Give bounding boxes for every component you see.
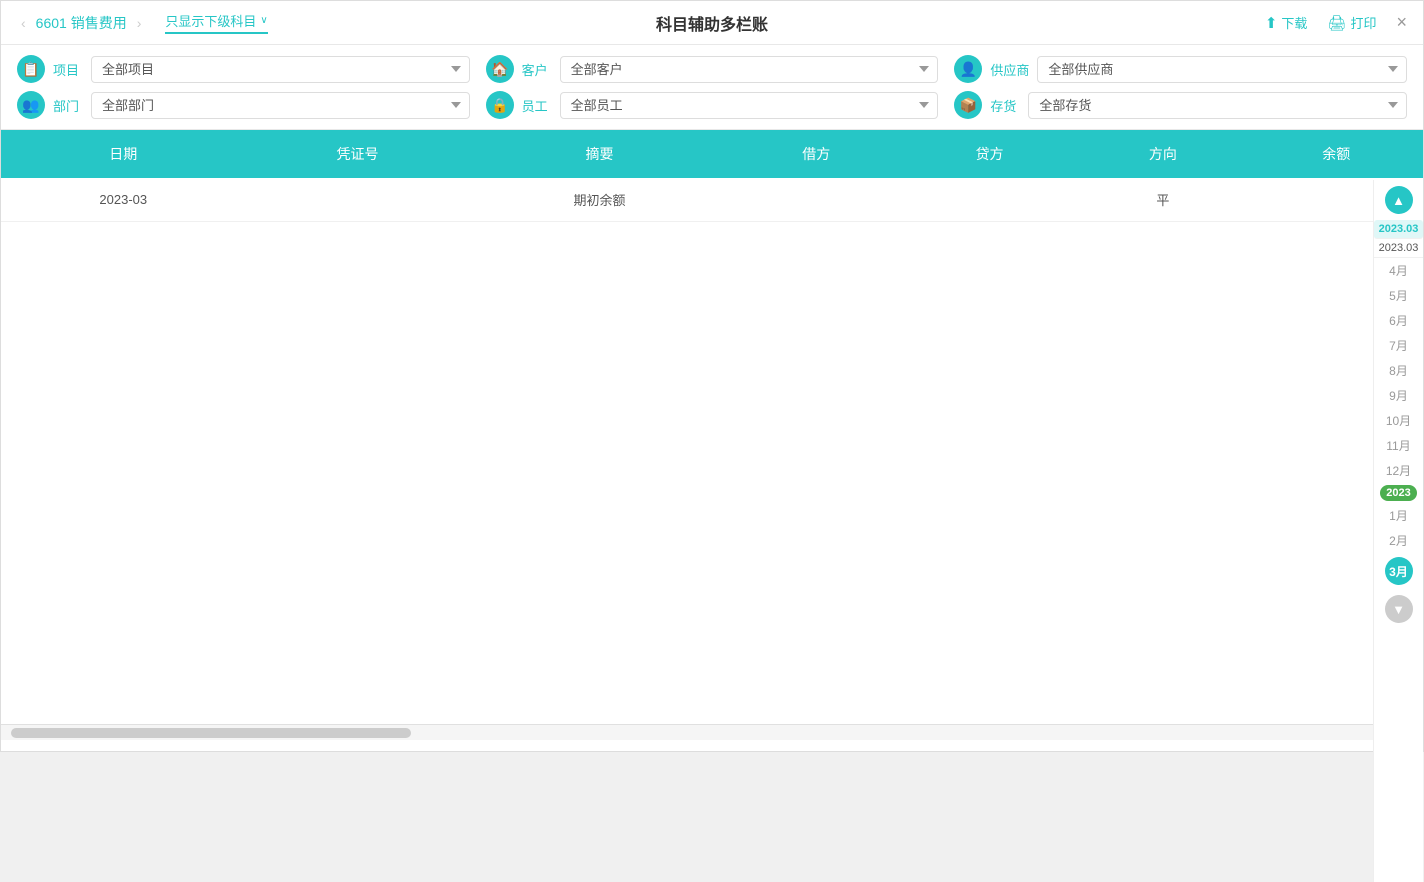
dept-select[interactable]: 全部部门 <box>91 92 470 119</box>
cell-credit <box>903 178 1076 222</box>
col-voucher: 凭证号 <box>246 130 470 178</box>
filter-area: 📋 项目 全部项目 🏠 客户 全部客户 👤 供应商 全部供应商 👥 部门 全 <box>1 45 1423 130</box>
filter-dept: 👥 部门 全部部门 <box>17 91 470 119</box>
cell-date: 2023-03 <box>1 178 246 222</box>
timeline-up-arrow[interactable]: ▲ <box>1385 186 1413 214</box>
timeline-month-11[interactable]: 11月 <box>1374 433 1423 458</box>
timeline-month-10[interactable]: 10月 <box>1374 408 1423 433</box>
inventory-icon: 📦 <box>954 91 982 119</box>
right-timeline: ▲ 2023.03 2023.03 4月 5月 6月 7月 8月 9月 10月 … <box>1373 180 1423 882</box>
ledger-table: 日期 凭证号 摘要 借方 贷方 方向 余额 2023-03 期初余额 <box>1 130 1423 222</box>
print-label: 打印 <box>1350 13 1376 32</box>
filter-project: 📋 项目 全部项目 <box>17 55 470 83</box>
timeline-month-3-container: 3月 <box>1385 557 1413 585</box>
top-bar: ‹ 6601 销售费用 › 只显示下级科目 ∨ 科目辅助多栏账 ⬆ 下载 🖨 打… <box>1 1 1423 45</box>
next-nav-arrow[interactable]: › <box>133 13 146 33</box>
timeline-month-1[interactable]: 1月 <box>1374 503 1423 528</box>
customer-select[interactable]: 全部客户 <box>560 56 939 83</box>
year-badge: 2023 <box>1380 485 1416 501</box>
col-debit: 借方 <box>730 130 903 178</box>
main-window: ‹ 6601 销售费用 › 只显示下级科目 ∨ 科目辅助多栏账 ⬆ 下载 🖨 打… <box>0 0 1424 752</box>
show-sub-label: 只显示下级科目 <box>165 11 256 30</box>
down-arrow-icon: ▼ <box>1392 602 1405 617</box>
timeline-month-9[interactable]: 9月 <box>1374 383 1423 408</box>
project-select[interactable]: 全部项目 <box>91 56 470 83</box>
nav-section: ‹ 6601 销售费用 › <box>17 13 145 33</box>
employee-select[interactable]: 全部员工 <box>560 92 939 119</box>
timeline-month-8[interactable]: 8月 <box>1374 358 1423 383</box>
employee-icon: 🔒 <box>486 91 514 119</box>
col-balance: 余额 <box>1250 130 1423 178</box>
timeline-month-2[interactable]: 2月 <box>1374 528 1423 553</box>
dept-icon: 👥 <box>17 91 45 119</box>
timeline-month-4[interactable]: 4月 <box>1374 258 1423 283</box>
table-container: 日期 凭证号 摘要 借方 贷方 方向 余额 2023-03 期初余额 <box>1 130 1423 740</box>
download-icon: ⬆ <box>1265 14 1278 32</box>
col-summary: 摘要 <box>469 130 729 178</box>
customer-label: 客户 <box>522 60 552 79</box>
download-button[interactable]: ⬆ 下载 <box>1265 13 1308 32</box>
timeline-month-3-selected[interactable]: 3月 <box>1385 557 1413 585</box>
close-button[interactable]: × <box>1396 12 1407 33</box>
cell-debit <box>730 178 903 222</box>
supplier-label: 供应商 <box>990 60 1029 79</box>
inventory-label: 存货 <box>990 96 1020 115</box>
supplier-select[interactable]: 全部供应商 <box>1037 56 1407 83</box>
cell-direction: 平 <box>1076 178 1249 222</box>
prev-nav-arrow[interactable]: ‹ <box>17 13 30 33</box>
filter-inventory: 📦 存货 全部存货 <box>954 91 1407 119</box>
print-icon: 🖨 <box>1327 14 1346 32</box>
page-title: 科目辅助多栏账 <box>656 11 768 35</box>
project-label: 项目 <box>53 60 83 79</box>
table-header: 日期 凭证号 摘要 借方 贷方 方向 余额 <box>1 130 1423 178</box>
col-direction: 方向 <box>1076 130 1249 178</box>
cell-summary: 期初余额 <box>469 178 729 222</box>
table-row: 2023-03 期初余额 平 <box>1 178 1423 222</box>
timeline-month-12[interactable]: 12月 <box>1374 458 1423 483</box>
scrollbar-thumb <box>11 728 411 738</box>
print-button[interactable]: 🖨 打印 <box>1327 13 1376 32</box>
top-actions: ⬆ 下载 🖨 打印 <box>1265 13 1377 32</box>
employee-label: 员工 <box>522 96 552 115</box>
account-code-label: 6601 销售费用 <box>36 13 127 33</box>
timeline-month-5[interactable]: 5月 <box>1374 283 1423 308</box>
col-credit: 贷方 <box>903 130 1076 178</box>
filter-customer: 🏠 客户 全部客户 <box>486 55 939 83</box>
inventory-select[interactable]: 全部存货 <box>1028 92 1407 119</box>
project-icon: 📋 <box>17 55 45 83</box>
horizontal-scrollbar[interactable] <box>1 724 1423 740</box>
table-body: 2023-03 期初余额 平 <box>1 178 1423 222</box>
filter-supplier: 👤 供应商 全部供应商 <box>954 55 1407 83</box>
filter-employee: 🔒 员工 全部员工 <box>486 91 939 119</box>
col-date: 日期 <box>1 130 246 178</box>
timeline-2023-03-second[interactable]: 2023.03 <box>1374 239 1423 258</box>
timeline-down-arrow[interactable]: ▼ <box>1385 595 1413 623</box>
download-label: 下载 <box>1281 13 1307 32</box>
cell-voucher <box>246 178 470 222</box>
up-arrow-icon: ▲ <box>1392 193 1405 208</box>
timeline-month-7[interactable]: 7月 <box>1374 333 1423 358</box>
timeline-2023-03-first[interactable]: 2023.03 <box>1374 220 1423 239</box>
show-sub-button[interactable]: 只显示下级科目 ∨ <box>165 11 267 34</box>
timeline-month-6[interactable]: 6月 <box>1374 308 1423 333</box>
customer-icon: 🏠 <box>486 55 514 83</box>
dept-label: 部门 <box>53 96 83 115</box>
chevron-down-icon: ∨ <box>260 15 267 26</box>
supplier-icon: 👤 <box>954 55 982 83</box>
